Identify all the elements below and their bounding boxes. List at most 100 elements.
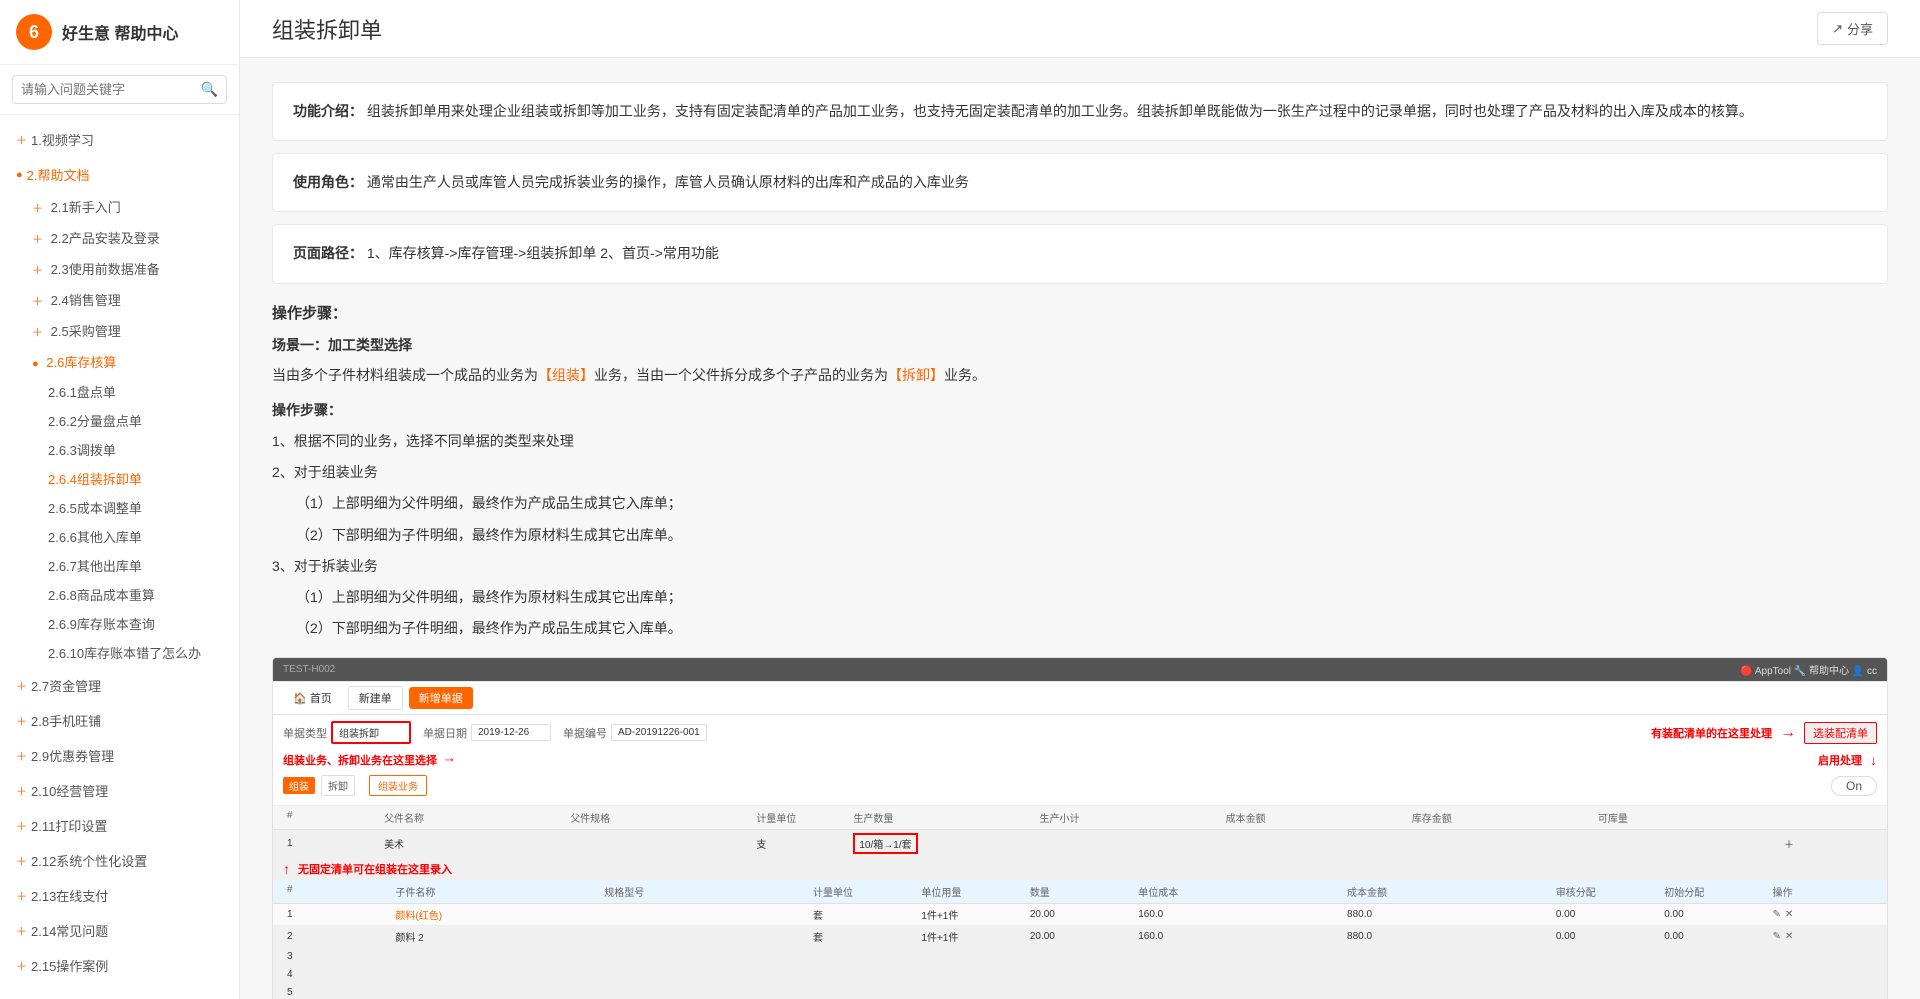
sub-col-cost-amt: 成本金额 (1343, 884, 1552, 899)
sub-col-name: 子件名称 (391, 884, 600, 899)
search-box[interactable]: 🔍 (12, 75, 227, 104)
sidebar-item-2-1[interactable]: ＋ 2.1新手入门 (0, 191, 239, 222)
sidebar-item-2-6-7[interactable]: 2.6.7其他出库单 (0, 551, 239, 580)
app-top-bar: TEST-H002 🔴 AppTool 🔧 帮助中心 👤 cc (273, 658, 1887, 682)
sidebar-item-2-6-3[interactable]: 2.6.3调拨单 (0, 435, 239, 464)
tab-disassemble[interactable]: 拆卸 (321, 775, 355, 796)
search-icon[interactable]: 🔍 (201, 81, 218, 98)
sidebar-item-2-11[interactable]: ＋ 2.11打印设置 (0, 809, 239, 842)
intro1-label: 功能介绍： (293, 103, 363, 119)
on-toggle[interactable]: On (1831, 776, 1877, 796)
sub-col-unit: 计量单位 (809, 884, 917, 899)
sub-table-row-5: 5 (273, 984, 1887, 999)
search-input[interactable] (21, 82, 201, 97)
sidebar-item-video[interactable]: ＋ 1.视频学习 (0, 123, 239, 156)
sidebar-item-2-6-2[interactable]: 2.6.2分量盘点单 (0, 406, 239, 435)
sub-col-spec: 规格型号 (600, 884, 809, 899)
tab-create-order[interactable]: 新增单据 (409, 687, 473, 709)
annotation1-area: 有装配清单的在这里处理 → 选装配清单 (1651, 722, 1877, 744)
share-button[interactable]: ↗ 分享 (1817, 12, 1888, 45)
parent-table-header: # 父件名称 父件规格 计量单位 生产数量 生产小计 成本金额 库存金额 可库量 (273, 806, 1887, 830)
col-parent-name: 父件名称 (380, 810, 566, 825)
step1: 1、根据不同的业务，选择不同单据的类型来处理 (272, 429, 1888, 454)
edit-icon[interactable]: ✎ (1773, 909, 1781, 920)
delete-icon-2[interactable]: ✕ (1785, 931, 1793, 942)
sidebar-item-2-6-1[interactable]: 2.6.1盘点单 (0, 377, 239, 406)
field-date-value[interactable]: 2019-12-26 (471, 724, 551, 741)
sub-col-unit-qty: 单位用量 (917, 884, 1025, 899)
path-text: 1、库存核算->库存管理->组装拆卸单 2、首页->常用功能 (367, 245, 719, 261)
sidebar-item-2-6-10[interactable]: 2.6.10库存账本错了怎么办 (0, 638, 239, 667)
field-no-value[interactable]: AD-20191226-001 (611, 724, 707, 741)
sidebar-item-2-12[interactable]: ＋ 2.12系统个性化设置 (0, 844, 239, 877)
sub-table-row-1: 1 颜料(红色) 套 1件+1件 20.00 160.0 880.0 0.00 … (273, 904, 1887, 926)
nav-section-2-12: ＋ 2.12系统个性化设置 (0, 844, 239, 877)
nav-tree: ＋ 1.视频学习 ● 2.帮助文档 ＋ 2.1新手入门 ＋ 2.2产品安装及登录 (0, 115, 239, 999)
logo-area: 6 好生意 帮助中心 (0, 0, 239, 65)
prod-qty-value[interactable]: 10/箱→1/套 (853, 833, 917, 854)
edit-icon-2[interactable]: ✎ (1773, 931, 1781, 942)
topbar: 组装拆卸单 ↗ 分享 (240, 0, 1920, 58)
sidebar-item-2-7[interactable]: ＋ 2.7资金管理 (0, 669, 239, 702)
sidebar-item-2-9[interactable]: ＋ 2.9优惠券管理 (0, 739, 239, 772)
parent-table-row: 1 美术 支 10/箱→1/套 ＋ (273, 830, 1887, 858)
col-stock-amt: 库存金额 (1408, 810, 1594, 825)
plus-icon: ＋ (16, 853, 27, 869)
intro2-text: 通常由生产人员或库管人员完成拆装业务的操作，库管人员确认原材料的出库和产成品的入… (367, 174, 969, 190)
sidebar-item-2-6-5[interactable]: 2.6.5成本调整单 (0, 493, 239, 522)
sub-col-ops: 操作 (1769, 884, 1877, 899)
sidebar-item-2-6[interactable]: ● 2.6库存核算 (0, 346, 239, 377)
sidebar-item-2-2[interactable]: ＋ 2.2产品安装及登录 (0, 222, 239, 253)
sidebar-item-2-14[interactable]: ＋ 2.14常见问题 (0, 914, 239, 947)
arrow-down2-icon: ↓ (1870, 752, 1877, 768)
ops-steps-title: 操作步骤： (272, 398, 1888, 423)
sub-col-init-alloc: 初始分配 (1660, 884, 1768, 899)
sidebar-item-2-13[interactable]: ＋ 2.13在线支付 (0, 879, 239, 912)
field-type-value[interactable]: 组装拆卸 (331, 721, 411, 744)
tab-home[interactable]: 🏠 首页 (283, 687, 342, 709)
delete-icon[interactable]: ✕ (1785, 909, 1793, 920)
screenshot-container: TEST-H002 🔴 AppTool 🔧 帮助中心 👤 cc 🏠 首页 新建单… (272, 657, 1888, 999)
plus-icon: ＋ (16, 132, 27, 148)
biz-type-field[interactable]: 组装业务 (369, 775, 427, 796)
sidebar-item-2-15[interactable]: ＋ 2.15操作案例 (0, 949, 239, 982)
sidebar-item-2-6-8[interactable]: 2.6.8商品成本重算 (0, 580, 239, 609)
cell-parent-name: 美术 (380, 836, 566, 851)
tab-assemble[interactable]: 组装 (283, 777, 315, 794)
select-bom-button[interactable]: 选装配清单 (1804, 722, 1877, 744)
sidebar-item-2-6-6[interactable]: 2.6.6其他入库单 (0, 522, 239, 551)
nav-section-2-8: ＋ 2.8手机旺铺 (0, 704, 239, 737)
sidebar-item-2-5[interactable]: ＋ 2.5采购管理 (0, 315, 239, 346)
sidebar-item-2-3[interactable]: ＋ 2.3使用前数据准备 (0, 253, 239, 284)
sub-table-row-2: 2 颜料 2 套 1件+1件 20.00 160.0 880.0 0.00 0.… (273, 926, 1887, 948)
sub-table-row-4: 4 (273, 966, 1887, 984)
field-no-label: 单据编号 (563, 725, 607, 741)
plus-icon: ＋ (32, 265, 43, 277)
sub-col-audit-alloc: 审核分配 (1552, 884, 1660, 899)
tab-new[interactable]: 新建单 (348, 686, 403, 710)
plus-icon: ＋ (16, 713, 27, 729)
sidebar-item-2-4[interactable]: ＋ 2.4销售管理 (0, 284, 239, 315)
field-type: 单据类型 组装拆卸 (283, 721, 411, 744)
field-no: 单据编号 AD-20191226-001 (563, 724, 707, 741)
logo-text: 好生意 帮助中心 (62, 20, 178, 44)
plus-icon: ＋ (16, 678, 27, 694)
sidebar-item-2-8[interactable]: ＋ 2.8手机旺铺 (0, 704, 239, 737)
fake-screenshot: TEST-H002 🔴 AppTool 🔧 帮助中心 👤 cc 🏠 首页 新建单… (273, 658, 1887, 999)
scene1-title: 场景一：加工类型选择 (272, 335, 1888, 355)
sidebar-item-docs[interactable]: ● 2.帮助文档 (0, 158, 239, 191)
app-nav-bar: 🏠 首页 新建单 新增单据 (273, 682, 1887, 715)
nav-section-2-10: ＋ 2.10经营管理 (0, 774, 239, 807)
intro1-text: 组装拆卸单用来处理企业组装或拆卸等加工业务，支持有固定装配清单的产品加工业务，也… (367, 103, 1753, 119)
sidebar-item-2-10[interactable]: ＋ 2.10经营管理 (0, 774, 239, 807)
nav-sub-items-2: ＋ 2.1新手入门 ＋ 2.2产品安装及登录 ＋ 2.3使用前数据准备 ＋ 2.… (0, 191, 239, 667)
plus-icon: ＋ (16, 783, 27, 799)
minus-icon: ● (32, 358, 39, 370)
nav-section-2-13: ＋ 2.13在线支付 (0, 879, 239, 912)
sidebar-item-2-6-4[interactable]: 2.6.4组装拆卸单 (0, 464, 239, 493)
sidebar-item-2-6-9[interactable]: 2.6.9库存账本查询 (0, 609, 239, 638)
path-block: 页面路径： 1、库存核算->库存管理->组装拆卸单 2、首页->常用功能 (272, 224, 1888, 283)
cell-prod-qty: 10/箱→1/套 (849, 833, 1035, 854)
minus-icon: ● (16, 169, 23, 181)
main-area: 组装拆卸单 ↗ 分享 功能介绍： 组装拆卸单用来处理企业组装或拆卸等加工业务，支… (240, 0, 1920, 999)
